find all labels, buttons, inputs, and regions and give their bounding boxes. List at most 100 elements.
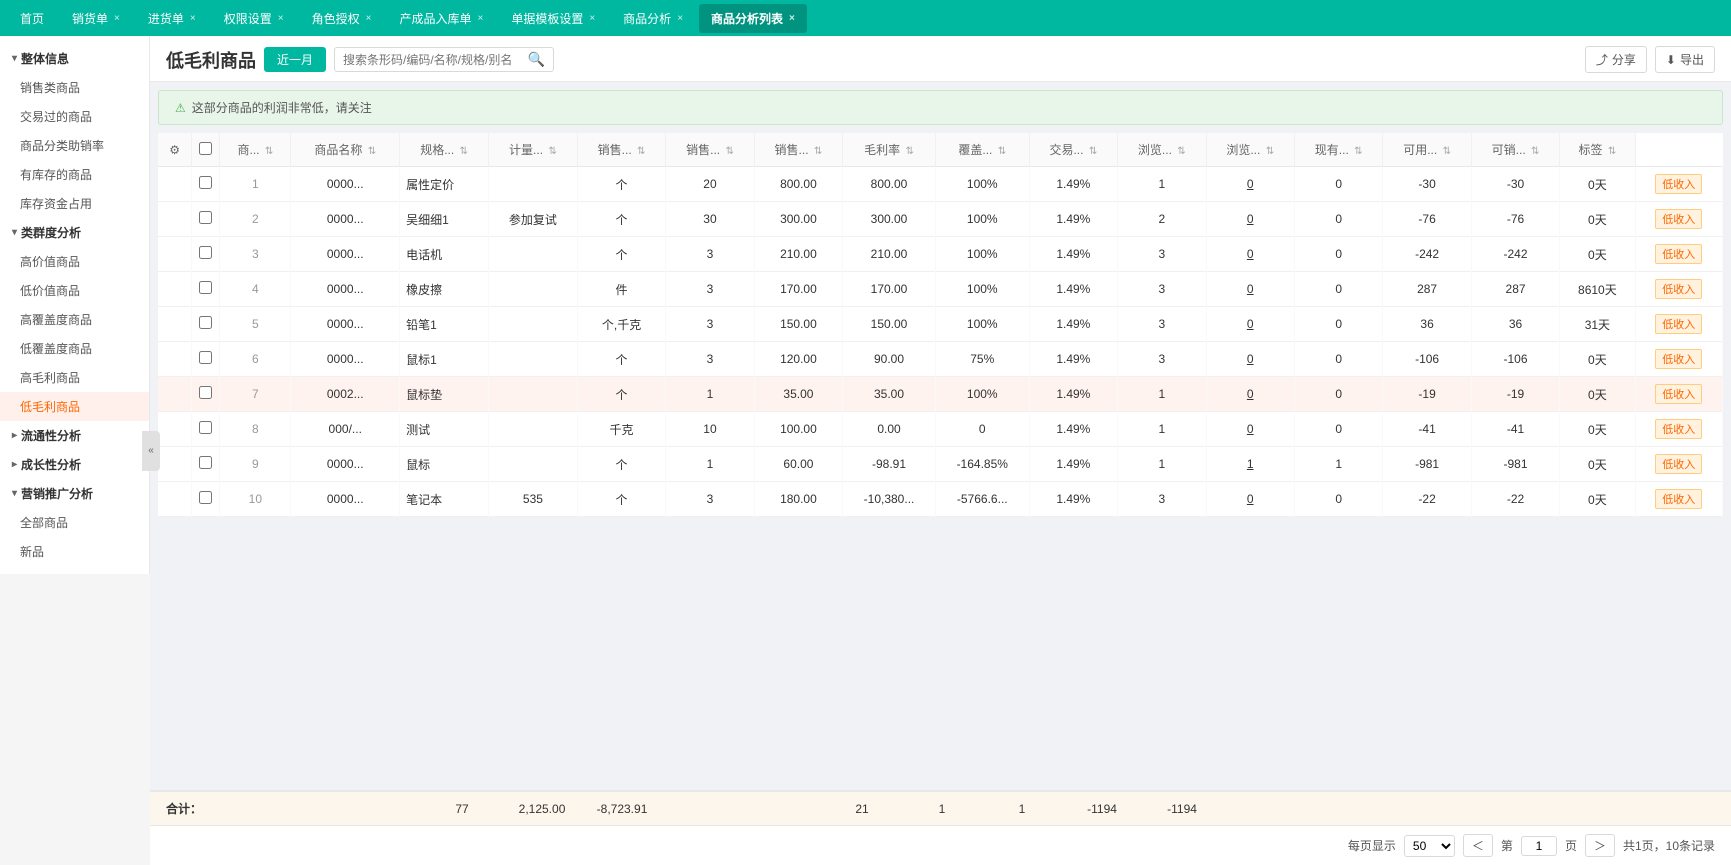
row-code: 0000... — [291, 202, 400, 237]
nav-product-analysis[interactable]: 商品分析 × — [611, 4, 695, 33]
col-header-view1[interactable]: 浏览... ⇅ — [1118, 133, 1206, 167]
nav-template-settings[interactable]: 单据模板设置 × — [499, 4, 607, 33]
row-view1[interactable]: 0 — [1206, 202, 1294, 237]
nav-product-analysis-list[interactable]: 商品分析列表 × — [699, 4, 807, 33]
sidebar-item-high-value[interactable]: 高价值商品 — [0, 247, 149, 276]
row-avail-stock: -106 — [1471, 342, 1559, 377]
sidebar-item-new-goods[interactable]: 新品 — [0, 537, 149, 566]
sidebar-item-sales-goods[interactable]: 销售类商品 — [0, 73, 149, 102]
row-checkbox[interactable] — [199, 351, 212, 364]
row-unit: 个 — [577, 342, 665, 377]
row-view1[interactable]: 0 — [1206, 377, 1294, 412]
sidebar-item-low-value[interactable]: 低价值商品 — [0, 276, 149, 305]
checkbox-col-header[interactable] — [192, 133, 220, 167]
sidebar-item-high-coverage[interactable]: 高覆盖度商品 — [0, 305, 149, 334]
sidebar-group-marketing[interactable]: ▾ 营销推广分析 — [0, 479, 149, 508]
select-all-checkbox[interactable] — [199, 142, 212, 155]
sidebar-item-all-goods[interactable]: 全部商品 — [0, 508, 149, 537]
sidebar-item-high-margin[interactable]: 高毛利商品 — [0, 363, 149, 392]
row-checkbox[interactable] — [199, 386, 212, 399]
row-view1[interactable]: 0 — [1206, 237, 1294, 272]
close-icon[interactable]: × — [477, 13, 483, 24]
row-view1[interactable]: 0 — [1206, 342, 1294, 377]
row-checkbox[interactable] — [199, 421, 212, 434]
settings-col-header[interactable]: ⚙ — [158, 133, 192, 167]
table-container[interactable]: ⚙ 商... ⇅ 商品名称 ⇅ 规格... ⇅ 计量... ⇅ 销售... ⇅ … — [150, 133, 1731, 790]
share-icon: ⤴ — [1596, 51, 1608, 68]
sidebar-item-stock-funds[interactable]: 库存资金占用 — [0, 189, 149, 218]
row-avail-stock: -41 — [1471, 412, 1559, 447]
sidebar-group-liquidity[interactable]: ▸ 流通性分析 — [0, 421, 149, 450]
col-header-coverage[interactable]: 覆盖... ⇅ — [935, 133, 1029, 167]
close-icon[interactable]: × — [114, 13, 120, 24]
sidebar-item-low-margin[interactable]: 低毛利商品 — [0, 392, 149, 421]
col-header-tag[interactable]: 标签 ⇅ — [1560, 133, 1635, 167]
row-view1[interactable]: 0 — [1206, 272, 1294, 307]
nav-sales-order[interactable]: 销货单 × — [60, 4, 132, 33]
col-header-tx-count[interactable]: 交易... ⇅ — [1029, 133, 1117, 167]
close-icon[interactable]: × — [589, 13, 595, 24]
sidebar-item-category-rate[interactable]: 商品分类助销率 — [0, 131, 149, 160]
nav-home[interactable]: 首页 — [8, 4, 56, 33]
row-code: 0000... — [291, 342, 400, 377]
row-checkbox[interactable] — [199, 211, 212, 224]
close-icon[interactable]: × — [677, 13, 683, 24]
sidebar-item-low-coverage[interactable]: 低覆盖度商品 — [0, 334, 149, 363]
search-input[interactable] — [343, 53, 524, 67]
row-tx-count: 3 — [1118, 307, 1206, 342]
next-page-button[interactable]: ＞ — [1585, 834, 1615, 857]
col-header-sale-qty[interactable]: 销售... ⇅ — [577, 133, 665, 167]
row-checkbox[interactable] — [199, 176, 212, 189]
col-header-unit[interactable]: 计量... ⇅ — [488, 133, 577, 167]
close-icon[interactable]: × — [278, 13, 284, 24]
row-checkbox[interactable] — [199, 281, 212, 294]
sidebar-collapse-button[interactable]: « — [142, 431, 160, 471]
nav-role-auth[interactable]: 角色授权 × — [300, 4, 384, 33]
tab-recent-month[interactable]: 近一月 — [264, 47, 326, 72]
nav-purchase-order[interactable]: 进货单 × — [136, 4, 208, 33]
nav-permissions[interactable]: 权限设置 × — [212, 4, 296, 33]
prev-page-button[interactable]: ＜ — [1463, 834, 1493, 857]
row-view1[interactable]: 0 — [1206, 167, 1294, 202]
sidebar-group-overview[interactable]: ▾ 整体信息 — [0, 44, 149, 73]
sidebar-item-in-stock[interactable]: 有库存的商品 — [0, 160, 149, 189]
nav-finished-goods[interactable]: 产成品入库单 × — [387, 4, 495, 33]
row-num: 9 — [220, 447, 291, 482]
sidebar-group-cluster[interactable]: ▾ 类群度分析 — [0, 218, 149, 247]
page-size-select[interactable]: 50 100 200 — [1404, 835, 1455, 857]
col-header-code[interactable]: 商... ⇅ — [220, 133, 291, 167]
row-sale-amount: 35.00 — [754, 377, 842, 412]
col-header-current-stock[interactable]: 现有... ⇅ — [1294, 133, 1382, 167]
page-number-input[interactable] — [1521, 836, 1557, 856]
col-header-sellable-days[interactable]: 可销... ⇅ — [1471, 133, 1559, 167]
col-header-avail-stock[interactable]: 可用... ⇅ — [1383, 133, 1471, 167]
close-icon[interactable]: × — [366, 13, 372, 24]
expand-icon: ▸ — [12, 430, 17, 441]
col-header-spec[interactable]: 规格... ⇅ — [400, 133, 489, 167]
sidebar-item-traded-goods[interactable]: 交易过的商品 — [0, 102, 149, 131]
row-checkbox[interactable] — [199, 246, 212, 259]
close-icon[interactable]: × — [190, 13, 196, 24]
export-button[interactable]: ⬇ 导出 — [1655, 46, 1715, 73]
total-info: 共1页，10条记录 — [1623, 837, 1715, 854]
col-header-sale-profit[interactable]: 销售... ⇅ — [754, 133, 842, 167]
col-header-gross-margin[interactable]: 毛利率 ⇅ — [843, 133, 936, 167]
search-icon[interactable]: 🔍 — [528, 51, 545, 68]
row-checkbox[interactable] — [199, 491, 212, 504]
share-button[interactable]: ⤴ 分享 — [1585, 46, 1647, 73]
row-checkbox-cell — [192, 412, 220, 447]
row-view1[interactable]: 0 — [1206, 412, 1294, 447]
col-header-sale-amount[interactable]: 销售... ⇅ — [666, 133, 754, 167]
row-checkbox[interactable] — [199, 316, 212, 329]
sidebar-group-growth[interactable]: ▸ 成长性分析 — [0, 450, 149, 479]
row-gross-margin: 100% — [935, 202, 1029, 237]
col-header-name[interactable]: 商品名称 ⇅ — [291, 133, 400, 167]
row-view1[interactable]: 0 — [1206, 307, 1294, 342]
col-header-view2[interactable]: 浏览... ⇅ — [1206, 133, 1294, 167]
close-icon[interactable]: × — [789, 13, 795, 24]
row-view1[interactable]: 0 — [1206, 482, 1294, 517]
row-checkbox[interactable] — [199, 456, 212, 469]
header-actions: ⤴ 分享 ⬇ 导出 — [1585, 46, 1715, 73]
row-avail-stock: 36 — [1471, 307, 1559, 342]
row-view1[interactable]: 1 — [1206, 447, 1294, 482]
